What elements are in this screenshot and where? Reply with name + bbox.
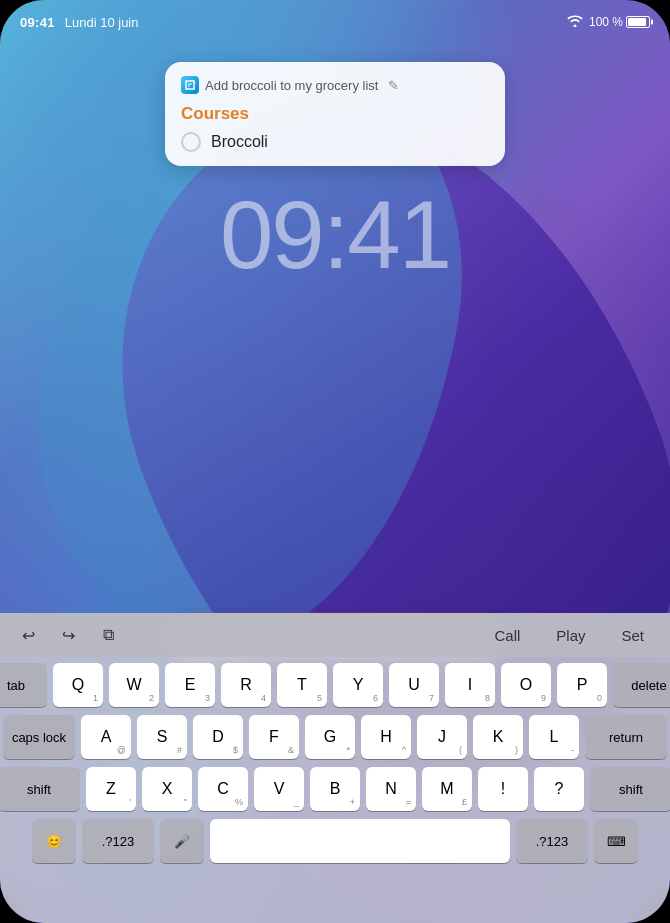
play-button[interactable]: Play	[540, 621, 601, 650]
key-Y[interactable]: Y6	[333, 663, 383, 707]
key-B[interactable]: B+	[310, 767, 360, 811]
notif-edit-icon: ✎	[388, 78, 399, 93]
key-space[interactable]	[210, 819, 510, 863]
notif-item-text: Broccoli	[211, 133, 268, 151]
key-row-1: tab Q1 W2 E3 R4 T5 Y6 U7 I8 O9 P0 delete	[4, 663, 666, 707]
set-button[interactable]: Set	[605, 621, 660, 650]
key-N[interactable]: N=	[366, 767, 416, 811]
keyboard-area: ↩ ↪ ⧉ Call Play Set tab Q1 W2 E3 R4 T5	[0, 613, 670, 923]
key-tab[interactable]: tab	[0, 663, 47, 707]
key-row-2: caps lock A@ S# D$ F& G* H^ J( K) L- ret…	[4, 715, 666, 759]
status-left: 09:41 Lundi 10 juin	[20, 15, 138, 30]
key-shift-left[interactable]: shift	[0, 767, 80, 811]
key-G[interactable]: G*	[305, 715, 355, 759]
key-question[interactable]: ?	[534, 767, 584, 811]
key-microphone[interactable]: 🎤	[160, 819, 204, 863]
keyboard-keys: tab Q1 W2 E3 R4 T5 Y6 U7 I8 O9 P0 delete…	[0, 657, 670, 867]
key-return[interactable]: return	[585, 715, 667, 759]
status-bar: 09:41 Lundi 10 juin 100 %	[0, 0, 670, 36]
key-exclaim[interactable]: !	[478, 767, 528, 811]
key-shift-right[interactable]: shift	[590, 767, 670, 811]
notif-header: Add broccoli to my grocery list ✎	[181, 76, 489, 94]
key-M[interactable]: M£	[422, 767, 472, 811]
key-U[interactable]: U7	[389, 663, 439, 707]
ipad-frame: 09:41 Lundi 10 juin 100 % 09:41	[0, 0, 670, 923]
key-delete[interactable]: delete	[613, 663, 670, 707]
key-F[interactable]: F&	[249, 715, 299, 759]
key-row-3: shift Z' X" C% V_ B+ N= M£ ! ? shift	[4, 767, 666, 811]
key-emoji[interactable]: 😊	[32, 819, 76, 863]
key-S[interactable]: S#	[137, 715, 187, 759]
key-L[interactable]: L-	[529, 715, 579, 759]
status-date: Lundi 10 juin	[65, 15, 139, 30]
key-123-right[interactable]: .?123	[516, 819, 588, 863]
battery-fill	[628, 18, 646, 26]
key-Z[interactable]: Z'	[86, 767, 136, 811]
copy-button[interactable]: ⧉	[90, 617, 126, 653]
key-A[interactable]: A@	[81, 715, 131, 759]
key-R[interactable]: R4	[221, 663, 271, 707]
key-T[interactable]: T5	[277, 663, 327, 707]
key-123-left[interactable]: .?123	[82, 819, 154, 863]
key-E[interactable]: E3	[165, 663, 215, 707]
battery-percent: 100 %	[589, 15, 623, 29]
notif-app-icon	[181, 76, 199, 94]
notif-subtitle: Add broccoli to my grocery list	[205, 78, 378, 93]
key-C[interactable]: C%	[198, 767, 248, 811]
key-P[interactable]: P0	[557, 663, 607, 707]
notif-item-row: Broccoli	[181, 132, 489, 152]
battery-container: 100 %	[589, 15, 650, 29]
battery-icon	[626, 16, 650, 28]
notif-list-title: Courses	[181, 104, 489, 124]
notif-title-row: Add broccoli to my grocery list ✎	[181, 76, 399, 94]
key-W[interactable]: W2	[109, 663, 159, 707]
key-D[interactable]: D$	[193, 715, 243, 759]
redo-button[interactable]: ↪	[50, 617, 86, 653]
key-caps-lock[interactable]: caps lock	[3, 715, 75, 759]
key-row-4: 😊 .?123 🎤 .?123 ⌨	[4, 819, 666, 863]
key-X[interactable]: X"	[142, 767, 192, 811]
keyboard-toolbar: ↩ ↪ ⧉ Call Play Set	[0, 613, 670, 657]
key-H[interactable]: H^	[361, 715, 411, 759]
undo-button[interactable]: ↩	[10, 617, 46, 653]
status-right: 100 %	[567, 14, 650, 30]
key-O[interactable]: O9	[501, 663, 551, 707]
wifi-icon	[567, 14, 583, 30]
key-Q[interactable]: Q1	[53, 663, 103, 707]
large-clock: 09:41	[220, 180, 450, 290]
key-keyboard[interactable]: ⌨	[594, 819, 638, 863]
key-V[interactable]: V_	[254, 767, 304, 811]
key-I[interactable]: I8	[445, 663, 495, 707]
status-time: 09:41	[20, 15, 55, 30]
key-J[interactable]: J(	[417, 715, 467, 759]
key-K[interactable]: K)	[473, 715, 523, 759]
notif-checkbox[interactable]	[181, 132, 201, 152]
notification-card[interactable]: Add broccoli to my grocery list ✎ Course…	[165, 62, 505, 166]
call-button[interactable]: Call	[478, 621, 536, 650]
